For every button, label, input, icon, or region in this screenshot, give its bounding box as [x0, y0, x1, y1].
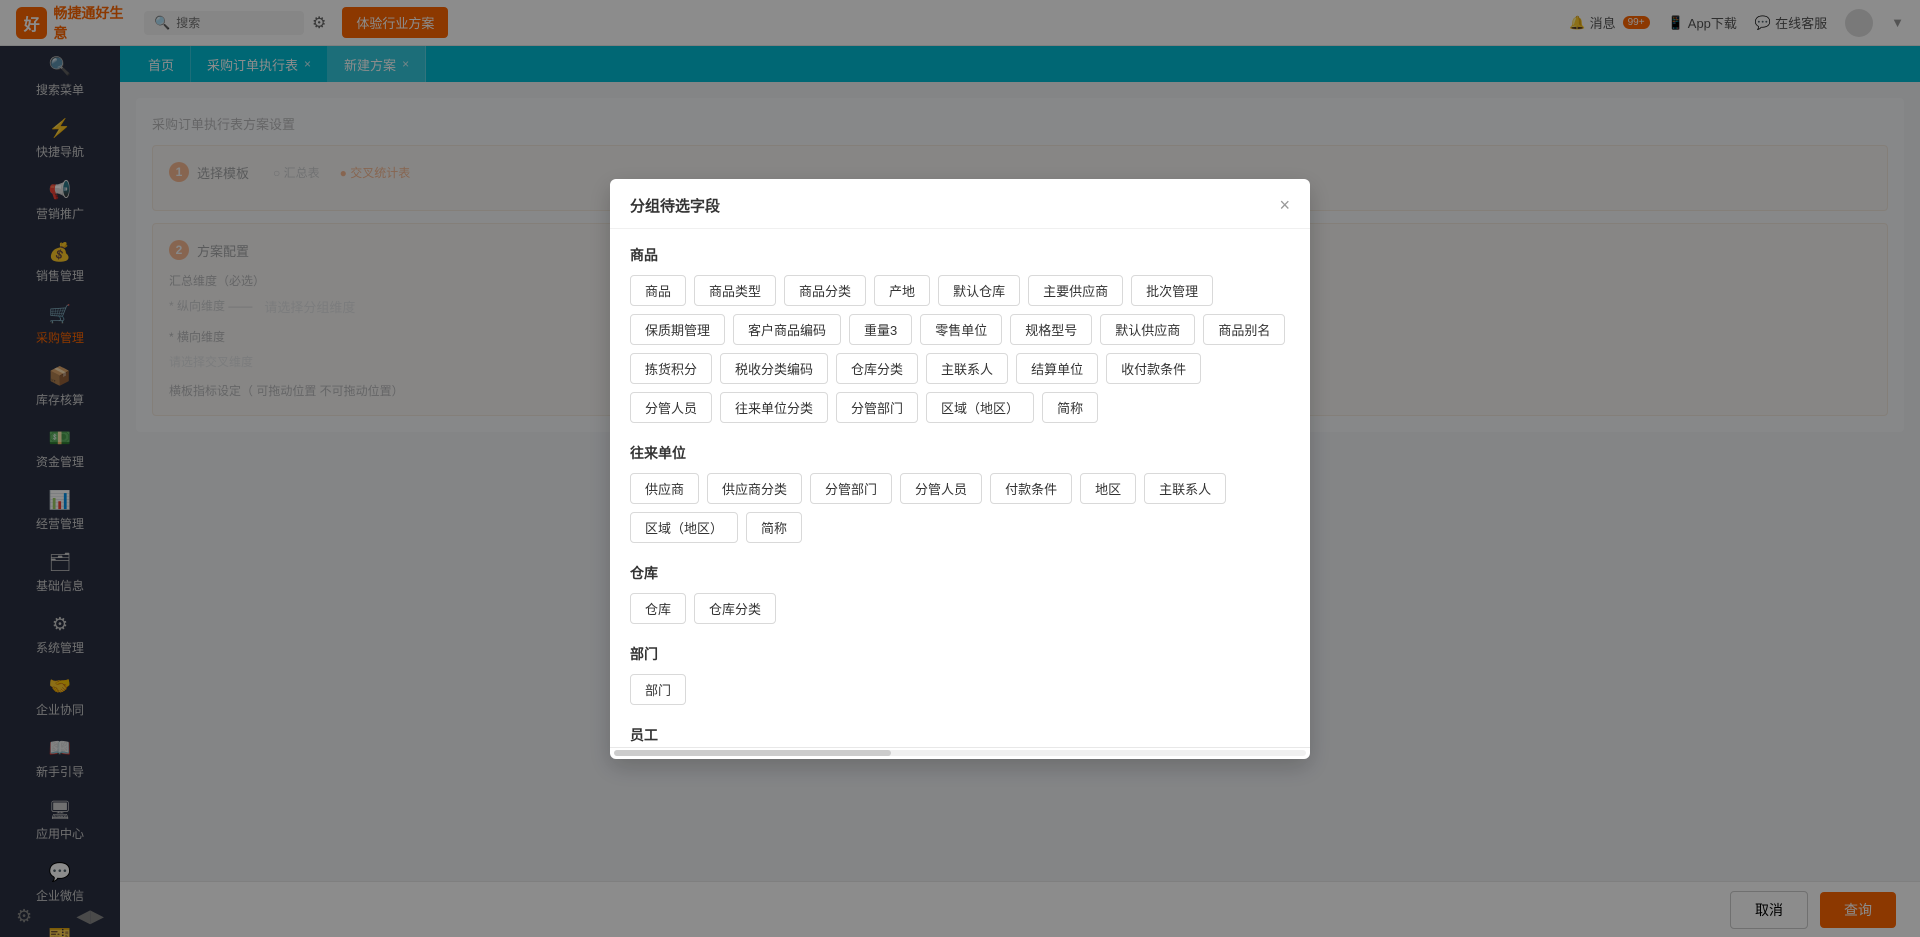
field-chip-0-21[interactable]: 往来单位分类 [720, 392, 828, 423]
modal-title: 分组待选字段 [630, 195, 720, 216]
modal-close-button[interactable]: × [1279, 195, 1290, 216]
field-chip-0-12[interactable]: 默认供应商 [1100, 314, 1195, 345]
field-section-4: 员工业务员 [630, 725, 1290, 747]
field-chip-0-4[interactable]: 默认仓库 [938, 275, 1020, 306]
field-chip-0-0[interactable]: 商品 [630, 275, 686, 306]
field-chip-0-2[interactable]: 商品分类 [784, 275, 866, 306]
field-section-title-2: 仓库 [630, 563, 1290, 583]
field-chip-0-18[interactable]: 结算单位 [1016, 353, 1098, 384]
field-chip-1-6[interactable]: 主联系人 [1144, 473, 1226, 504]
field-section-title-1: 往来单位 [630, 443, 1290, 463]
horizontal-scrollbar[interactable] [610, 747, 1310, 759]
field-section-0: 商品商品商品类型商品分类产地默认仓库主要供应商批次管理保质期管理客户商品编码重量… [630, 245, 1290, 423]
field-chip-0-5[interactable]: 主要供应商 [1028, 275, 1123, 306]
field-chip-0-11[interactable]: 规格型号 [1010, 314, 1092, 345]
field-chips-2: 仓库仓库分类 [630, 593, 1290, 624]
field-chip-0-14[interactable]: 拣货积分 [630, 353, 712, 384]
field-chip-1-5[interactable]: 地区 [1080, 473, 1136, 504]
field-chip-0-19[interactable]: 收付款条件 [1106, 353, 1201, 384]
field-chip-0-22[interactable]: 分管部门 [836, 392, 918, 423]
field-chip-0-20[interactable]: 分管人员 [630, 392, 712, 423]
field-chips-3: 部门 [630, 674, 1290, 705]
modal-dialog: 分组待选字段 × 商品商品商品类型商品分类产地默认仓库主要供应商批次管理保质期管… [610, 179, 1310, 759]
field-chips-0: 商品商品类型商品分类产地默认仓库主要供应商批次管理保质期管理客户商品编码重量3 零… [630, 275, 1290, 423]
field-chips-1: 供应商供应商分类分管部门分管人员付款条件地区主联系人区域（地区） 简称 [630, 473, 1290, 543]
field-chip-0-7[interactable]: 保质期管理 [630, 314, 725, 345]
field-chip-1-1[interactable]: 供应商分类 [707, 473, 802, 504]
scrollbar-thumb [614, 750, 891, 756]
field-chip-0-15[interactable]: 税收分类编码 [720, 353, 828, 384]
field-chip-0-13[interactable]: 商品别名 [1203, 314, 1285, 345]
field-chip-0-23[interactable]: 区域（地区） [926, 392, 1034, 423]
field-chip-0-16[interactable]: 仓库分类 [836, 353, 918, 384]
modal-header: 分组待选字段 × [610, 179, 1310, 229]
field-chip-1-3[interactable]: 分管人员 [900, 473, 982, 504]
field-chip-3-0[interactable]: 部门 [630, 674, 686, 705]
field-section-2: 仓库仓库仓库分类 [630, 563, 1290, 624]
field-section-3: 部门部门 [630, 644, 1290, 705]
field-section-title-4: 员工 [630, 725, 1290, 745]
field-chip-2-0[interactable]: 仓库 [630, 593, 686, 624]
modal-body[interactable]: 商品商品商品类型商品分类产地默认仓库主要供应商批次管理保质期管理客户商品编码重量… [610, 229, 1310, 747]
field-chip-1-7[interactable]: 区域（地区） [630, 512, 738, 543]
field-chip-2-1[interactable]: 仓库分类 [694, 593, 776, 624]
field-chip-0-9[interactable]: 重量3 [849, 314, 912, 345]
field-chip-0-24[interactable]: 简称 [1042, 392, 1098, 423]
field-chip-1-8[interactable]: 简称 [746, 512, 802, 543]
field-chip-1-4[interactable]: 付款条件 [990, 473, 1072, 504]
field-chip-0-17[interactable]: 主联系人 [926, 353, 1008, 384]
field-chip-0-8[interactable]: 客户商品编码 [733, 314, 841, 345]
field-chip-0-1[interactable]: 商品类型 [694, 275, 776, 306]
field-section-title-0: 商品 [630, 245, 1290, 265]
modal-overlay: 分组待选字段 × 商品商品商品类型商品分类产地默认仓库主要供应商批次管理保质期管… [0, 0, 1920, 937]
field-chip-1-0[interactable]: 供应商 [630, 473, 699, 504]
field-chip-0-6[interactable]: 批次管理 [1131, 275, 1213, 306]
field-chip-1-2[interactable]: 分管部门 [810, 473, 892, 504]
field-chip-0-3[interactable]: 产地 [874, 275, 930, 306]
field-chip-0-10[interactable]: 零售单位 [920, 314, 1002, 345]
field-section-title-3: 部门 [630, 644, 1290, 664]
field-section-1: 往来单位供应商供应商分类分管部门分管人员付款条件地区主联系人区域（地区） 简称 [630, 443, 1290, 543]
scrollbar-track [614, 750, 1306, 756]
